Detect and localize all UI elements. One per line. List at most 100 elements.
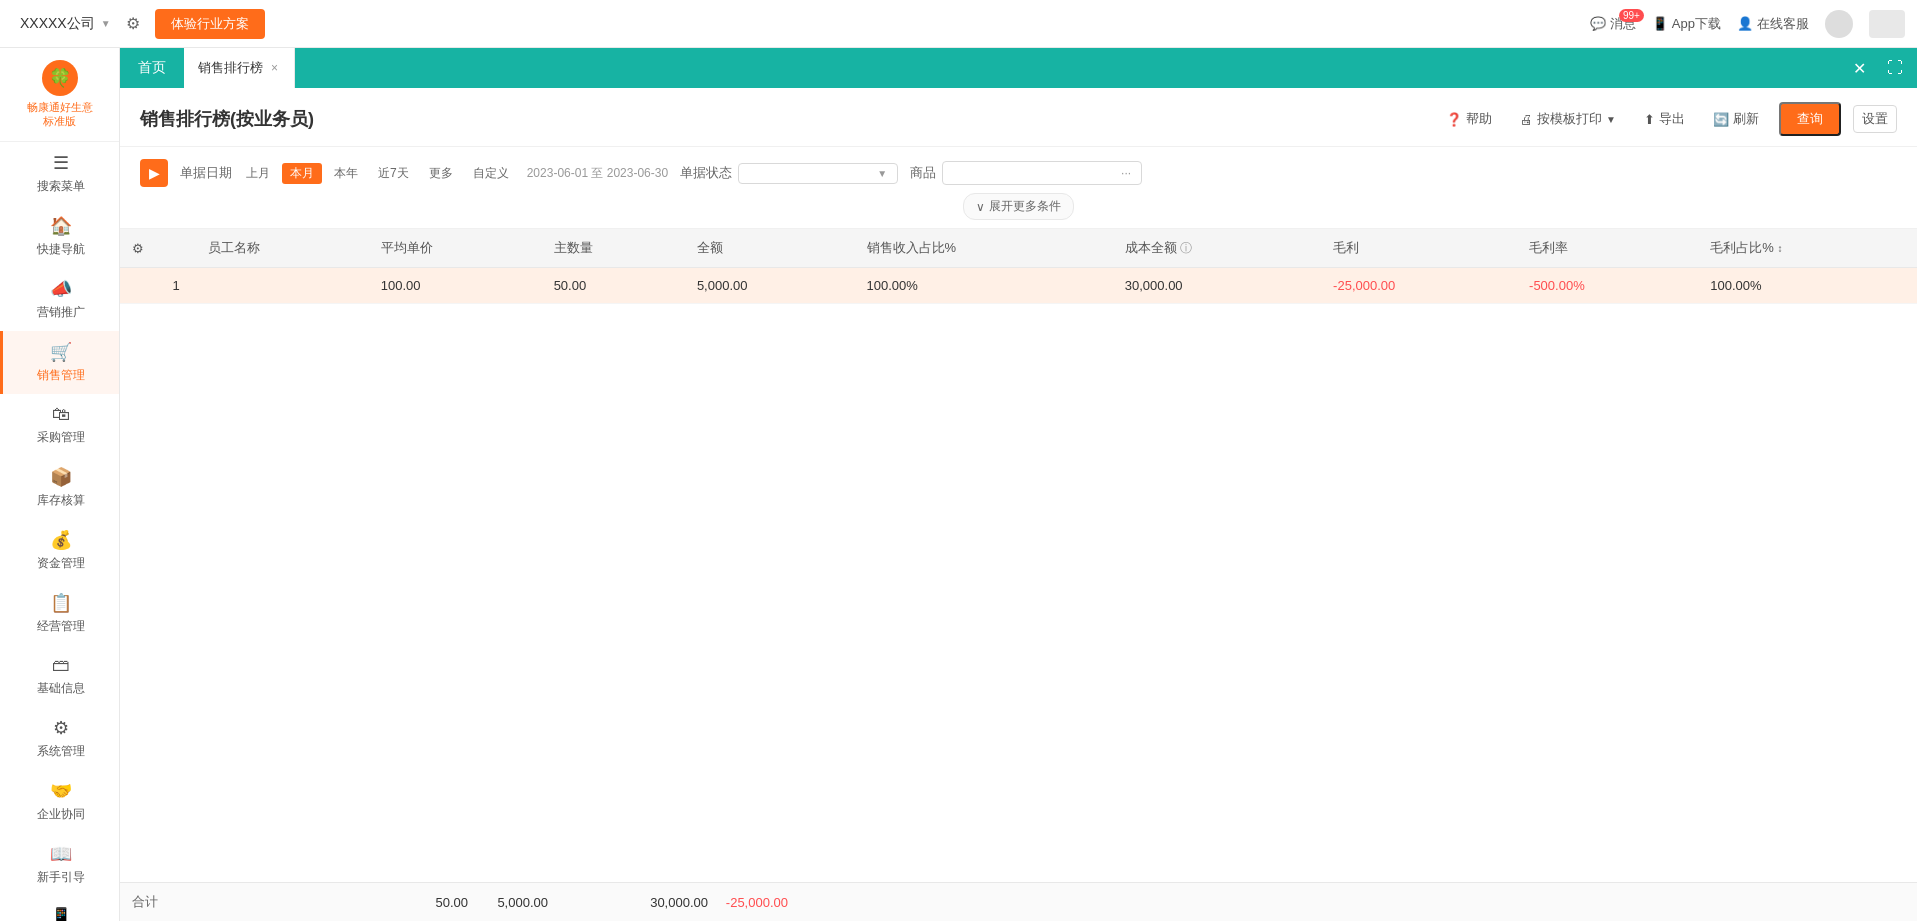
col-profit-rate: 毛利率 bbox=[1517, 229, 1698, 268]
expand-row: ∨ 展开更多条件 bbox=[140, 187, 1897, 220]
sidebar-item-operations[interactable]: 📋 经营管理 bbox=[0, 582, 119, 645]
online-service-label: 在线客服 bbox=[1757, 15, 1809, 33]
cell-qty: 50.00 bbox=[542, 268, 685, 304]
tab-close-window-button[interactable]: ✕ bbox=[1845, 54, 1873, 82]
status-filter-group: 单据状态 ▼ bbox=[680, 163, 898, 184]
logo-icon: 🍀 bbox=[42, 60, 78, 96]
tab-bar-right: ✕ ⛶ bbox=[1837, 54, 1917, 82]
date-tab-this-year[interactable]: 本年 bbox=[326, 163, 366, 184]
filter-row: ▶ 单据日期 上月 本月 本年 近7天 更多 自定义 2023- bbox=[140, 159, 1897, 187]
sidebar-item-system[interactable]: ⚙ 系统管理 bbox=[0, 707, 119, 770]
online-service-button[interactable]: 👤 在线客服 bbox=[1737, 15, 1809, 33]
col-sales-pct: 销售收入占比% bbox=[855, 229, 1113, 268]
status-select-arrow: ▼ bbox=[877, 168, 887, 179]
date-tab-7days[interactable]: 近7天 bbox=[370, 163, 417, 184]
cell-sales-pct: 100.00% bbox=[855, 268, 1113, 304]
sidebar-item-guide[interactable]: 📖 新手引导 bbox=[0, 833, 119, 896]
cell-profit: -25,000.00 bbox=[1321, 268, 1517, 304]
cost-info-icon[interactable]: ⓘ bbox=[1180, 241, 1192, 255]
date-tab-last-month[interactable]: 上月 bbox=[238, 163, 278, 184]
total-profit: -25,000.00 bbox=[720, 895, 800, 910]
message-button[interactable]: 💬 消息 99+ bbox=[1590, 15, 1636, 33]
sidebar-item-finance[interactable]: 💰 资金管理 bbox=[0, 519, 119, 582]
company-selector[interactable]: XXXXX公司 ▼ bbox=[12, 11, 119, 37]
cell-rank: 1 bbox=[156, 268, 196, 304]
sidebar-label-baseinfo: 基础信息 bbox=[37, 680, 85, 697]
status-select[interactable]: ▼ bbox=[738, 163, 898, 184]
avatar[interactable] bbox=[1825, 10, 1853, 38]
filter-toggle-button[interactable]: ▶ bbox=[140, 159, 168, 187]
app-download-button[interactable]: 📱 App下载 bbox=[1652, 15, 1721, 33]
total-cost: 30,000.00 bbox=[640, 895, 720, 910]
col-settings: ⚙ bbox=[120, 229, 156, 268]
col-employee: 员工名称 bbox=[196, 229, 369, 268]
sidebar: 🍀 畅康通好生意 标准版 ☰ 搜索菜单 🏠 快捷导航 📣 营销推广 🛒 销售管理… bbox=[0, 48, 120, 921]
product-filter-label: 商品 bbox=[910, 164, 936, 182]
sidebar-item-inventory[interactable]: 📦 库存核算 bbox=[0, 456, 119, 519]
cell-cost: 30,000.00 bbox=[1113, 268, 1321, 304]
page-content: 销售排行榜(按业务员) ❓ 帮助 🖨 按模板打印 ▼ ⬆ 导出 bbox=[120, 88, 1917, 921]
column-settings-icon[interactable]: ⚙ bbox=[132, 241, 144, 256]
product-input[interactable]: ··· bbox=[942, 161, 1142, 185]
cell-profit-rate: -500.00% bbox=[1517, 268, 1698, 304]
help-button[interactable]: ❓ 帮助 bbox=[1438, 106, 1500, 132]
refresh-button[interactable]: 🔄 刷新 bbox=[1705, 106, 1767, 132]
main-layout: 🍀 畅康通好生意 标准版 ☰ 搜索菜单 🏠 快捷导航 📣 营销推广 🛒 销售管理… bbox=[0, 48, 1917, 921]
cell-settings bbox=[120, 268, 156, 304]
tab-close-icon[interactable]: × bbox=[269, 59, 280, 77]
cell-profit-pct: 100.00% bbox=[1698, 268, 1917, 304]
col-cost: 成本全额 ⓘ bbox=[1113, 229, 1321, 268]
filter-area: ▶ 单据日期 上月 本月 本年 近7天 更多 自定义 2023- bbox=[120, 147, 1917, 229]
table-row: 1 100.00 50.00 5,000.00 100.00% 30,000.0… bbox=[120, 268, 1917, 304]
sidebar-label-quicknav: 快捷导航 bbox=[37, 241, 85, 258]
product-more-icon[interactable]: ··· bbox=[1121, 166, 1131, 180]
sidebar-item-purchase[interactable]: 🛍 采购管理 bbox=[0, 394, 119, 456]
tab-home[interactable]: 首页 bbox=[120, 48, 184, 88]
sort-icon[interactable]: ↕ bbox=[1777, 243, 1782, 254]
cell-employee bbox=[196, 268, 369, 304]
query-button[interactable]: 查询 bbox=[1779, 102, 1841, 136]
operations-icon: 📋 bbox=[50, 592, 72, 614]
trial-button[interactable]: 体验行业方案 bbox=[155, 9, 265, 39]
tab-sales-rank[interactable]: 销售排行榜 × bbox=[184, 48, 295, 88]
sidebar-item-enterprise[interactable]: 🤝 企业协同 bbox=[0, 770, 119, 833]
sidebar-item-sales[interactable]: 🛒 销售管理 bbox=[0, 331, 119, 394]
table-area: ⚙ 员工名称 平均单价 主数量 全额 销售收入占比% 成本全额 ⓘ bbox=[120, 229, 1917, 882]
settings-icon[interactable]: ⚙ bbox=[119, 10, 147, 38]
purchase-icon: 🛍 bbox=[52, 404, 70, 425]
sales-icon: 🛒 bbox=[50, 341, 72, 363]
sidebar-label-sales: 销售管理 bbox=[37, 367, 85, 384]
inventory-icon: 📦 bbox=[50, 466, 72, 488]
sidebar-label-marketing: 营销推广 bbox=[37, 304, 85, 321]
col-profit: 毛利 bbox=[1321, 229, 1517, 268]
system-icon: ⚙ bbox=[53, 717, 69, 739]
sidebar-label-search: 搜索菜单 bbox=[37, 178, 85, 195]
export-button[interactable]: ⬆ 导出 bbox=[1636, 106, 1693, 132]
sidebar-item-search-order[interactable]: ☰ 搜索菜单 bbox=[0, 142, 119, 205]
table-header: ⚙ 员工名称 平均单价 主数量 全额 销售收入占比% 成本全额 ⓘ bbox=[120, 229, 1917, 268]
settings-button[interactable]: 设置 bbox=[1853, 105, 1897, 133]
sidebar-item-marketing[interactable]: 📣 营销推广 bbox=[0, 268, 119, 331]
sidebar-label-guide: 新手引导 bbox=[37, 869, 85, 886]
marketing-icon: 📣 bbox=[50, 278, 72, 300]
user-name-display bbox=[1869, 10, 1905, 38]
total-amount: 5,000.00 bbox=[480, 895, 560, 910]
print-dropdown-icon: ▼ bbox=[1606, 114, 1616, 125]
table-footer: 合计 50.00 5,000.00 30,000.00 -25,000.00 bbox=[120, 882, 1917, 921]
print-button[interactable]: 🖨 按模板打印 ▼ bbox=[1512, 106, 1624, 132]
chevron-down-icon: ▼ bbox=[101, 18, 111, 29]
expand-conditions-button[interactable]: ∨ 展开更多条件 bbox=[963, 193, 1074, 220]
date-tab-custom[interactable]: 自定义 bbox=[465, 163, 517, 184]
col-qty: 主数量 bbox=[542, 229, 685, 268]
header-right: 💬 消息 99+ 📱 App下载 👤 在线客服 bbox=[1590, 10, 1905, 38]
date-tab-more[interactable]: 更多 bbox=[421, 163, 461, 184]
data-table: ⚙ 员工名称 平均单价 主数量 全额 销售收入占比% 成本全额 ⓘ bbox=[120, 229, 1917, 304]
col-avg-price: 平均单价 bbox=[369, 229, 542, 268]
total-row: 合计 50.00 5,000.00 30,000.00 -25,000.00 bbox=[120, 883, 1917, 921]
refresh-icon: 🔄 bbox=[1713, 112, 1729, 127]
tab-fullscreen-button[interactable]: ⛶ bbox=[1881, 54, 1909, 82]
sidebar-item-app-center[interactable]: 📱 应用中心 bbox=[0, 896, 119, 921]
sidebar-item-quick-nav[interactable]: 🏠 快捷导航 bbox=[0, 205, 119, 268]
date-tab-this-month[interactable]: 本月 bbox=[282, 163, 322, 184]
sidebar-item-base-info[interactable]: 🗃 基础信息 bbox=[0, 645, 119, 707]
